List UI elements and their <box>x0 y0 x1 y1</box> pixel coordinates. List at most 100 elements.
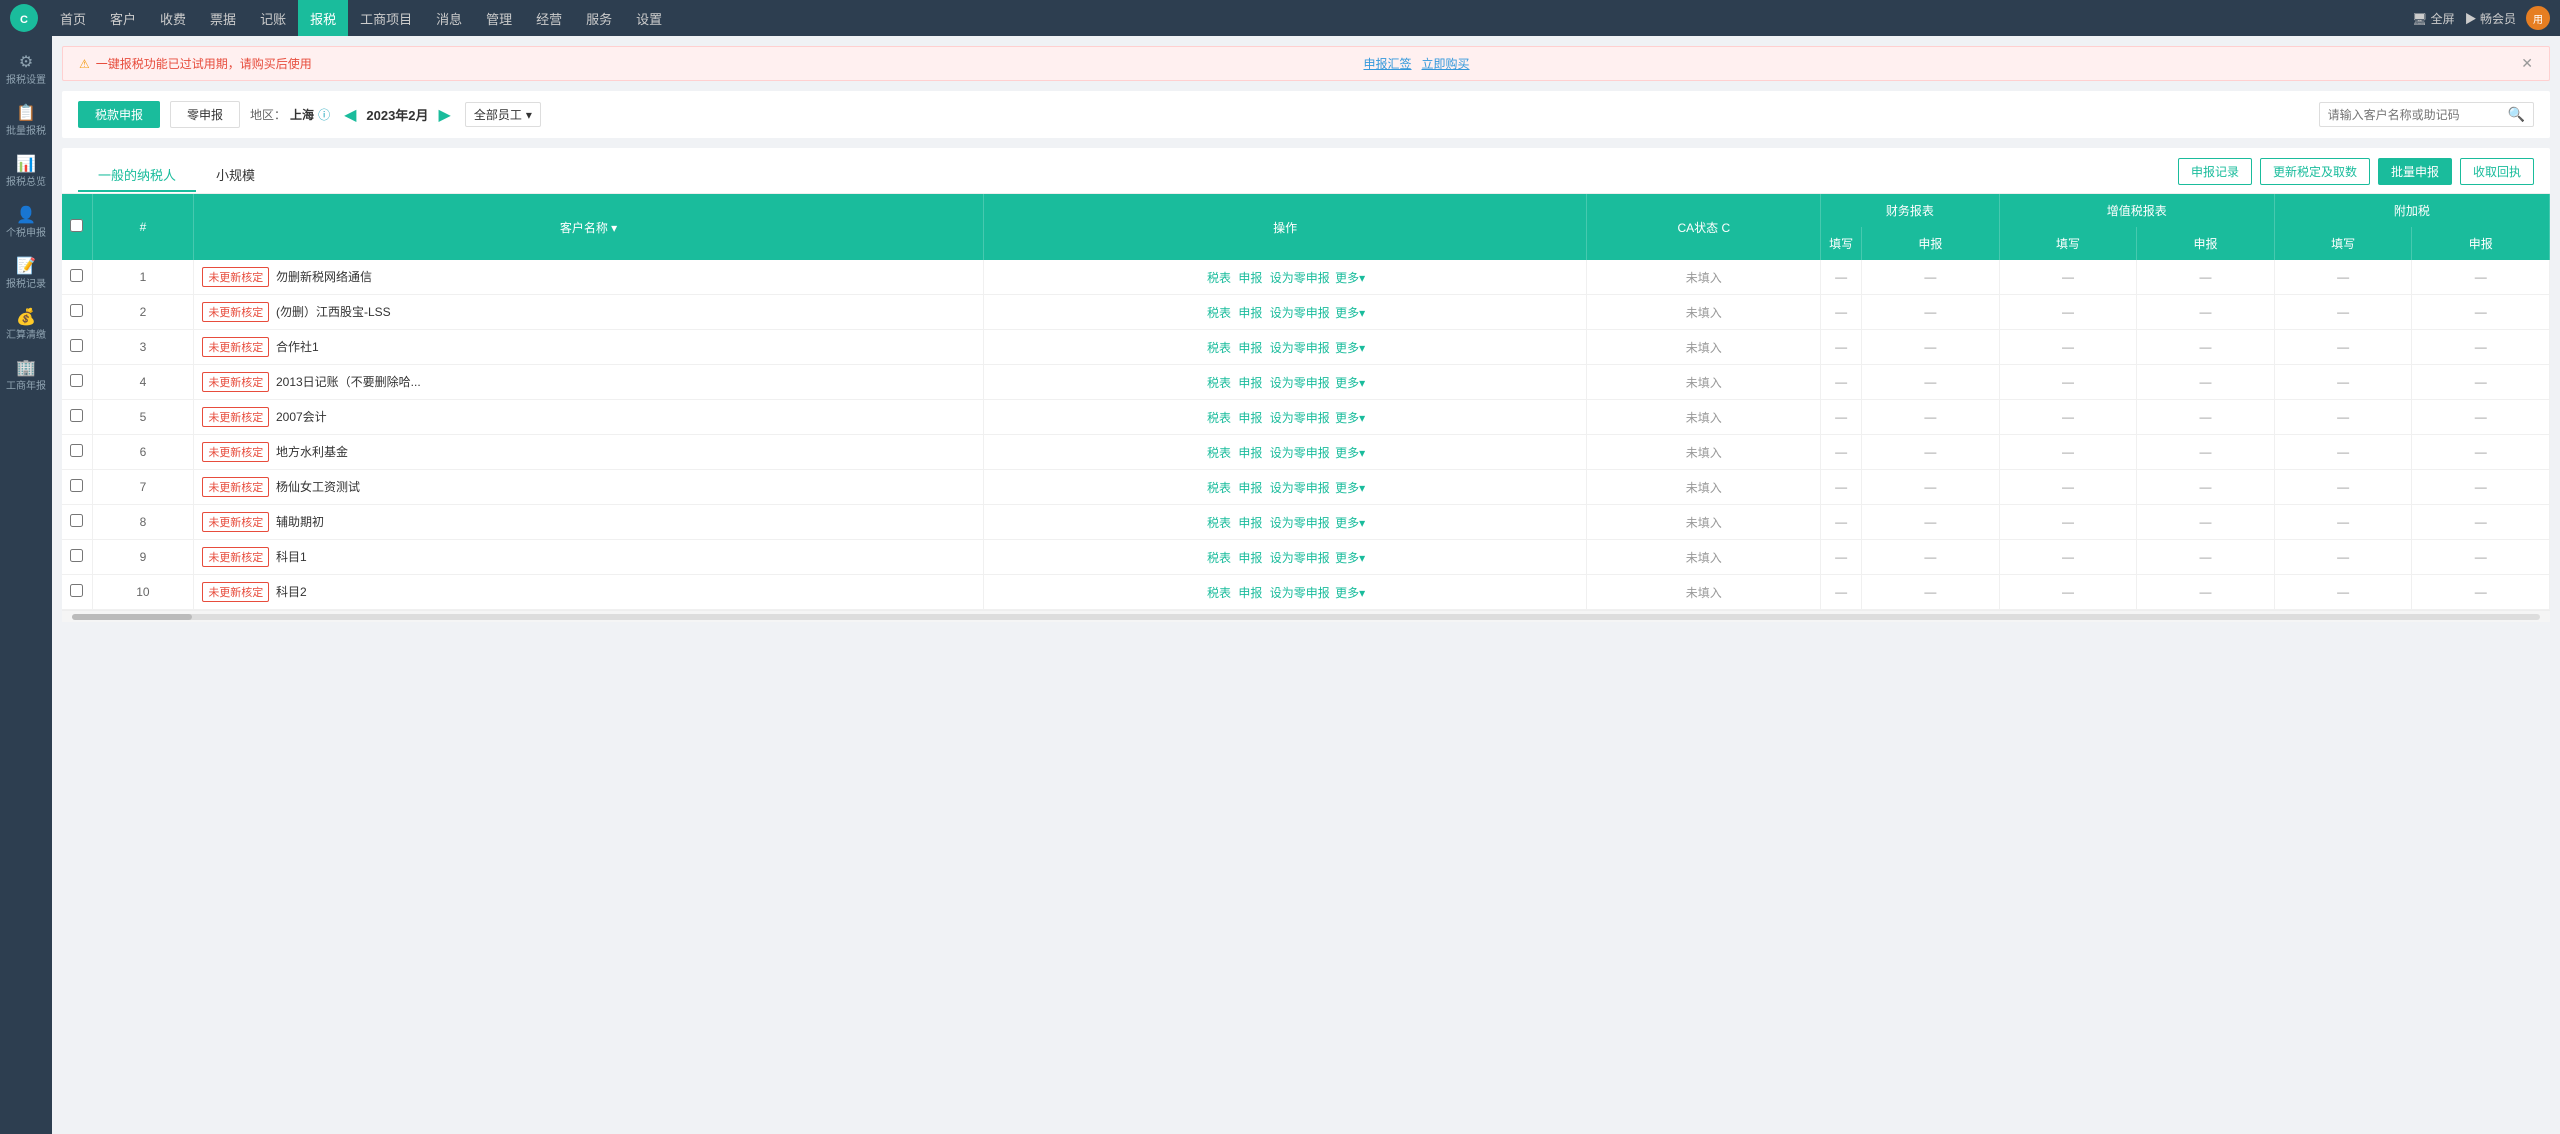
op-tax-table-1[interactable]: 税表 <box>1207 306 1231 320</box>
nav-customer[interactable]: 客户 <box>98 0 148 36</box>
next-month-btn[interactable]: ▶ <box>435 105 455 125</box>
search-icon[interactable]: 🔍 <box>2508 106 2525 123</box>
nav-fee[interactable]: 收费 <box>148 0 198 36</box>
nav-bookkeeping[interactable]: 记账 <box>248 0 298 36</box>
op-tax-table-7[interactable]: 税表 <box>1207 516 1231 530</box>
op-tax-table-6[interactable]: 税表 <box>1207 481 1231 495</box>
row-checkbox-1[interactable] <box>62 295 92 330</box>
op-more-2[interactable]: 更多▾ <box>1335 341 1365 355</box>
row-checkbox-9[interactable] <box>62 575 92 610</box>
op-more-9[interactable]: 更多▾ <box>1335 586 1365 600</box>
row-check-9[interactable] <box>70 584 83 597</box>
op-tax-table-3[interactable]: 税表 <box>1207 376 1231 390</box>
op-zero-declare-3[interactable]: 设为零申报 <box>1270 376 1330 390</box>
prev-month-btn[interactable]: ◀ <box>340 105 360 125</box>
nav-tax[interactable]: 报税 <box>298 0 348 36</box>
nav-business[interactable]: 工商项目 <box>348 0 424 36</box>
sidebar-item-settlement[interactable]: 💰 汇算清缴 <box>0 299 52 350</box>
op-declare-4[interactable]: 申报 <box>1238 411 1262 425</box>
row-check-7[interactable] <box>70 514 83 527</box>
batch-declare-btn[interactable]: 批量申报 <box>2378 158 2452 185</box>
row-check-4[interactable] <box>70 409 83 422</box>
nav-settings[interactable]: 设置 <box>624 0 674 36</box>
op-tax-table-5[interactable]: 税表 <box>1207 446 1231 460</box>
apply-link[interactable]: 申报汇签 <box>1364 55 1412 72</box>
op-zero-declare-4[interactable]: 设为零申报 <box>1270 411 1330 425</box>
row-check-6[interactable] <box>70 479 83 492</box>
nav-home[interactable]: 首页 <box>48 0 98 36</box>
info-icon[interactable]: ⓘ <box>318 106 330 123</box>
op-zero-declare-9[interactable]: 设为零申报 <box>1270 586 1330 600</box>
sidebar-item-tax-settings[interactable]: ⚙ 报税设置 <box>0 44 52 95</box>
row-check-2[interactable] <box>70 339 83 352</box>
row-checkbox-6[interactable] <box>62 470 92 505</box>
op-more-4[interactable]: 更多▾ <box>1335 411 1365 425</box>
op-tax-table-8[interactable]: 税表 <box>1207 551 1231 565</box>
buy-link[interactable]: 立即购买 <box>1422 55 1470 72</box>
op-declare-3[interactable]: 申报 <box>1238 376 1262 390</box>
bottom-scrollbar[interactable] <box>62 610 2550 622</box>
op-more-7[interactable]: 更多▾ <box>1335 516 1365 530</box>
avatar[interactable]: 用 <box>2526 6 2550 30</box>
op-more-6[interactable]: 更多▾ <box>1335 481 1365 495</box>
op-tax-table-9[interactable]: 税表 <box>1207 586 1231 600</box>
op-declare-5[interactable]: 申报 <box>1238 446 1262 460</box>
op-declare-9[interactable]: 申报 <box>1238 586 1262 600</box>
row-checkbox-4[interactable] <box>62 400 92 435</box>
upgrade-btn[interactable]: ▶ 畅会员 <box>2465 10 2516 27</box>
sidebar-item-tax-records[interactable]: 📝 报税记录 <box>0 248 52 299</box>
op-zero-declare-7[interactable]: 设为零申报 <box>1270 516 1330 530</box>
declare-records-btn[interactable]: 申报记录 <box>2178 158 2252 185</box>
op-declare-2[interactable]: 申报 <box>1238 341 1262 355</box>
staff-select[interactable]: 全部员工 ▾ <box>465 102 541 127</box>
row-check-8[interactable] <box>70 549 83 562</box>
op-declare-6[interactable]: 申报 <box>1238 481 1262 495</box>
op-zero-declare-6[interactable]: 设为零申报 <box>1270 481 1330 495</box>
update-tax-btn[interactable]: 更新税定及取数 <box>2260 158 2370 185</box>
sidebar-item-tax-overview[interactable]: 📊 报税总览 <box>0 146 52 197</box>
op-more-1[interactable]: 更多▾ <box>1335 306 1365 320</box>
op-more-8[interactable]: 更多▾ <box>1335 551 1365 565</box>
nav-service[interactable]: 服务 <box>574 0 624 36</box>
op-zero-declare-2[interactable]: 设为零申报 <box>1270 341 1330 355</box>
op-tax-table-0[interactable]: 税表 <box>1207 271 1231 285</box>
op-zero-declare-8[interactable]: 设为零申报 <box>1270 551 1330 565</box>
row-check-5[interactable] <box>70 444 83 457</box>
tab-general-taxpayer[interactable]: 一般的纳税人 <box>78 159 196 192</box>
op-zero-declare-1[interactable]: 设为零申报 <box>1270 306 1330 320</box>
op-more-0[interactable]: 更多▾ <box>1335 271 1365 285</box>
tab-zero-declare[interactable]: 零申报 <box>170 101 240 128</box>
nav-manage[interactable]: 管理 <box>474 0 524 36</box>
row-check-3[interactable] <box>70 374 83 387</box>
sidebar-item-batch-tax[interactable]: 📋 批量报税 <box>0 95 52 146</box>
tab-tax-declare[interactable]: 税款申报 <box>78 101 160 128</box>
nav-message[interactable]: 消息 <box>424 0 474 36</box>
search-input[interactable] <box>2328 108 2508 122</box>
row-checkbox-2[interactable] <box>62 330 92 365</box>
row-checkbox-5[interactable] <box>62 435 92 470</box>
op-declare-1[interactable]: 申报 <box>1238 306 1262 320</box>
row-check-1[interactable] <box>70 304 83 317</box>
op-tax-table-4[interactable]: 税表 <box>1207 411 1231 425</box>
row-checkbox-7[interactable] <box>62 505 92 540</box>
op-zero-declare-0[interactable]: 设为零申报 <box>1270 271 1330 285</box>
op-more-5[interactable]: 更多▾ <box>1335 446 1365 460</box>
sidebar-item-personal-tax[interactable]: 👤 个税申报 <box>0 197 52 248</box>
nav-operation[interactable]: 经营 <box>524 0 574 36</box>
row-checkbox-8[interactable] <box>62 540 92 575</box>
sidebar-item-annual-report[interactable]: 🏢 工商年报 <box>0 350 52 401</box>
tab-small-scale[interactable]: 小规模 <box>196 159 275 192</box>
close-icon[interactable]: ✕ <box>2521 55 2533 72</box>
row-check-0[interactable] <box>70 269 83 282</box>
row-checkbox-0[interactable] <box>62 260 92 295</box>
op-declare-8[interactable]: 申报 <box>1238 551 1262 565</box>
row-checkbox-3[interactable] <box>62 365 92 400</box>
op-tax-table-2[interactable]: 税表 <box>1207 341 1231 355</box>
op-zero-declare-5[interactable]: 设为零申报 <box>1270 446 1330 460</box>
select-all-checkbox[interactable] <box>70 219 83 232</box>
nav-invoice[interactable]: 票据 <box>198 0 248 36</box>
op-more-3[interactable]: 更多▾ <box>1335 376 1365 390</box>
op-declare-7[interactable]: 申报 <box>1238 516 1262 530</box>
op-declare-0[interactable]: 申报 <box>1238 271 1262 285</box>
fullscreen-btn[interactable]: 🖥 全屏 <box>2412 10 2455 27</box>
